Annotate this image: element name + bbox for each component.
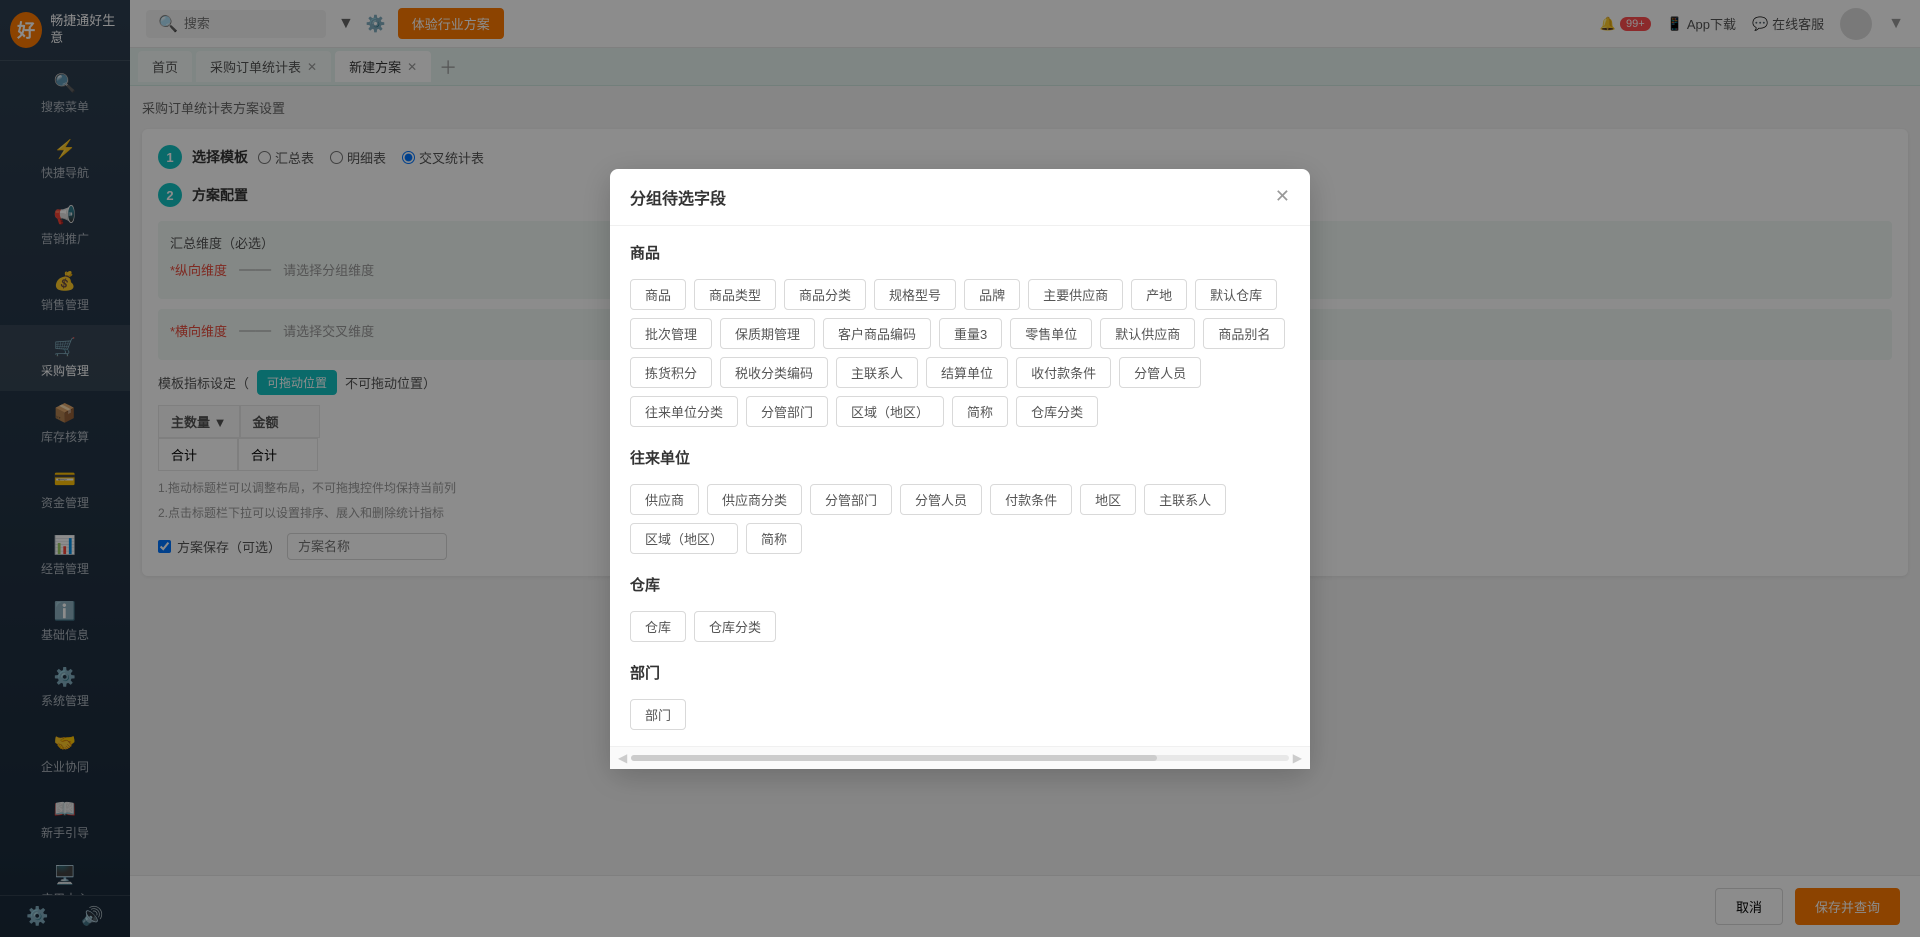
modal-header: 分组待选字段 ✕ <box>610 169 1310 226</box>
warehouse-fields-grid: 仓库 仓库分类 <box>630 611 1290 642</box>
field-settle-unit[interactable]: 结算单位 <box>926 357 1008 388</box>
field-payment-terms[interactable]: 收付款条件 <box>1016 357 1111 388</box>
department-fields-grid: 部门 <box>630 699 1290 730</box>
field-product-category[interactable]: 商品分类 <box>784 279 866 310</box>
field-origin[interactable]: 产地 <box>1131 279 1187 310</box>
section-partner-title: 往来单位 <box>630 447 1290 472</box>
partner-fields-grid: 供应商 供应商分类 分管部门 分管人员 付款条件 地区 主联系人 区域（地区） … <box>630 484 1290 554</box>
field-product-type[interactable]: 商品类型 <box>694 279 776 310</box>
field-product[interactable]: 商品 <box>630 279 686 310</box>
field-partner-category[interactable]: 往来单位分类 <box>630 396 738 427</box>
field-partner-contact[interactable]: 主联系人 <box>1144 484 1226 515</box>
field-tax-code[interactable]: 税收分类编码 <box>720 357 828 388</box>
field-pick-points[interactable]: 拣货积分 <box>630 357 712 388</box>
modal-title: 分组待选字段 <box>630 185 726 209</box>
field-retail-unit[interactable]: 零售单位 <box>1010 318 1092 349</box>
modal-body[interactable]: 商品 商品 商品类型 商品分类 规格型号 品牌 主要供应商 产地 默认仓库 批次… <box>610 226 1310 746</box>
modal-scroll-bar[interactable]: ◀ ▶ <box>610 746 1310 769</box>
field-warehouse[interactable]: 仓库 <box>630 611 686 642</box>
field-main-supplier[interactable]: 主要供应商 <box>1028 279 1123 310</box>
section-partner: 往来单位 供应商 供应商分类 分管部门 分管人员 付款条件 地区 主联系人 区域… <box>630 447 1290 554</box>
field-default-supplier[interactable]: 默认供应商 <box>1100 318 1195 349</box>
field-brand[interactable]: 品牌 <box>964 279 1020 310</box>
section-department-title: 部门 <box>630 662 1290 687</box>
field-partner-dept[interactable]: 分管部门 <box>810 484 892 515</box>
field-warehouse-cat[interactable]: 仓库分类 <box>694 611 776 642</box>
field-region[interactable]: 区域（地区） <box>836 396 944 427</box>
field-partner-abbr[interactable]: 简称 <box>746 523 802 554</box>
field-partner-region[interactable]: 区域（地区） <box>630 523 738 554</box>
field-expiry-mgmt[interactable]: 保质期管理 <box>720 318 815 349</box>
modal-close-button[interactable]: ✕ <box>1275 186 1290 207</box>
field-customer-code[interactable]: 客户商品编码 <box>823 318 931 349</box>
product-fields-grid: 商品 商品类型 商品分类 规格型号 品牌 主要供应商 产地 默认仓库 批次管理 … <box>630 279 1290 427</box>
field-main-contact[interactable]: 主联系人 <box>836 357 918 388</box>
field-area[interactable]: 地区 <box>1080 484 1136 515</box>
field-manager-person[interactable]: 分管人员 <box>1119 357 1201 388</box>
field-spec-model[interactable]: 规格型号 <box>874 279 956 310</box>
field-weight[interactable]: 重量3 <box>939 318 1002 349</box>
section-department: 部门 部门 <box>630 662 1290 730</box>
section-product-title: 商品 <box>630 242 1290 267</box>
section-warehouse-title: 仓库 <box>630 574 1290 599</box>
field-supplier-category[interactable]: 供应商分类 <box>707 484 802 515</box>
section-product: 商品 商品 商品类型 商品分类 规格型号 品牌 主要供应商 产地 默认仓库 批次… <box>630 242 1290 427</box>
section-warehouse: 仓库 仓库 仓库分类 <box>630 574 1290 642</box>
field-product-alias[interactable]: 商品别名 <box>1203 318 1285 349</box>
field-default-warehouse[interactable]: 默认仓库 <box>1195 279 1277 310</box>
field-batch-mgmt[interactable]: 批次管理 <box>630 318 712 349</box>
field-supplier[interactable]: 供应商 <box>630 484 699 515</box>
field-partner-manager[interactable]: 分管人员 <box>900 484 982 515</box>
field-warehouse-category[interactable]: 仓库分类 <box>1016 396 1098 427</box>
field-pay-condition[interactable]: 付款条件 <box>990 484 1072 515</box>
field-department[interactable]: 部门 <box>630 699 686 730</box>
field-abbr[interactable]: 简称 <box>952 396 1008 427</box>
field-select-modal: 分组待选字段 ✕ 商品 商品 商品类型 商品分类 规格型号 品牌 主要供应商 产… <box>610 169 1310 769</box>
field-manager-dept[interactable]: 分管部门 <box>746 396 828 427</box>
